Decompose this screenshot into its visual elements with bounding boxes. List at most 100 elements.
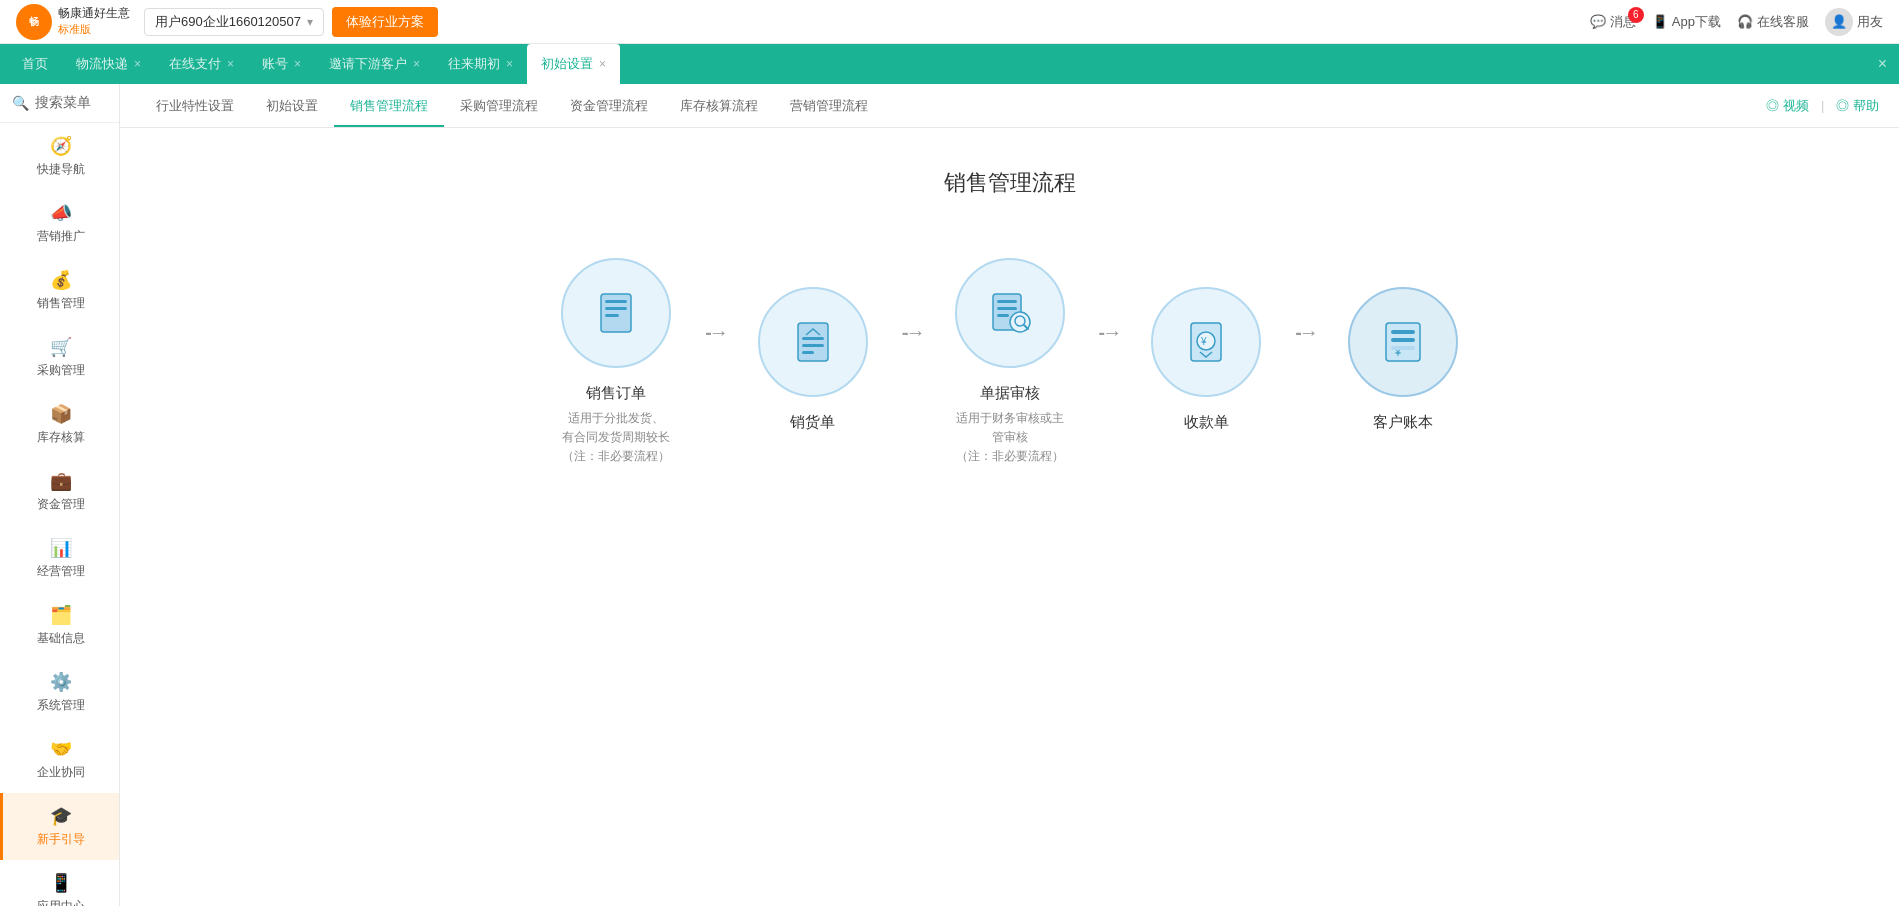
- sidebar-item-system[interactable]: ⚙️ 系统管理: [0, 659, 119, 726]
- subtab-inventory-flow[interactable]: 库存核算流程: [664, 84, 774, 127]
- sidebar-search[interactable]: 🔍 搜索菜单: [0, 84, 119, 123]
- search-icon: 🔍: [12, 95, 29, 111]
- nav-tab-payment[interactable]: 在线支付 ×: [155, 44, 248, 84]
- flow-step-delivery: 销货单: [733, 287, 893, 438]
- subtab-initial[interactable]: 初始设置: [250, 84, 334, 127]
- chevron-down-icon: ▾: [307, 15, 313, 29]
- marketing-icon: 📣: [50, 202, 72, 224]
- flow-circle-account[interactable]: ¥: [1348, 287, 1458, 397]
- step-desc: 适用于分批发货、有合同发货周期较长（注：非必要流程）: [562, 409, 670, 467]
- sidebar-item-enterprise[interactable]: 🤝 企业协同: [0, 726, 119, 793]
- svg-rect-0: [601, 294, 631, 332]
- app-download-button[interactable]: 📱 App下载: [1652, 13, 1721, 31]
- sidebar-item-label: 营销推广: [37, 228, 85, 245]
- subtab-sales-flow[interactable]: 销售管理流程: [334, 84, 444, 127]
- help-link[interactable]: ◎ 帮助: [1836, 97, 1879, 115]
- flow-circle-delivery[interactable]: [758, 287, 868, 397]
- search-label: 搜索菜单: [35, 94, 91, 112]
- top-bar-left: 畅 畅康通好生意 标准版 用户690企业1660120507 ▾ 体验行业方案: [16, 4, 438, 40]
- app-label: App下载: [1672, 13, 1721, 31]
- video-link[interactable]: ◎ 视频: [1766, 97, 1809, 115]
- top-bar: 畅 畅康通好生意 标准版 用户690企业1660120507 ▾ 体验行业方案 …: [0, 0, 1899, 44]
- svg-rect-19: [1391, 330, 1415, 334]
- subtab-purchase-flow[interactable]: 采购管理流程: [444, 84, 554, 127]
- trial-button[interactable]: 体验行业方案: [332, 7, 438, 37]
- enterprise-icon: 🤝: [50, 738, 72, 760]
- logo-area: 畅 畅康通好生意 标准版: [16, 4, 136, 40]
- user-label: 用户690企业1660120507: [155, 13, 301, 31]
- sidebar-item-quick-nav[interactable]: 🧭 快捷导航: [0, 123, 119, 190]
- sidebar-item-marketing[interactable]: 📣 营销推广: [0, 190, 119, 257]
- svg-rect-1: [605, 300, 627, 303]
- nav-tab-init[interactable]: 初始设置 ×: [527, 44, 620, 84]
- flow-circle-receipt[interactable]: ¥: [1151, 287, 1261, 397]
- nav-tab-home-label: 首页: [22, 55, 48, 73]
- sidebar-item-label: 企业协同: [37, 764, 85, 781]
- close-icon[interactable]: ×: [227, 57, 234, 71]
- sidebar-item-inventory[interactable]: 📦 库存核算: [0, 391, 119, 458]
- message-button[interactable]: 💬 消息 6: [1590, 13, 1636, 31]
- sidebar-item-finance[interactable]: 💼 资金管理: [0, 458, 119, 525]
- arrow-icon: ···→: [696, 321, 733, 344]
- sidebar-item-label: 基础信息: [37, 630, 85, 647]
- compass-icon: 🧭: [50, 135, 72, 157]
- subtab-marketing-flow[interactable]: 营销管理流程: [774, 84, 884, 127]
- step-name: 单据审核: [980, 384, 1040, 403]
- sidebar-item-label: 经营管理: [37, 563, 85, 580]
- sub-tabs-right: ◎ 视频 | ◎ 帮助: [1766, 97, 1879, 115]
- sidebar-item-apps[interactable]: 📱 应用中心: [0, 860, 119, 906]
- sub-tabs-left: 行业特性设置 初始设置 销售管理流程 采购管理流程 资金管理流程 库存核算流程: [140, 84, 884, 127]
- customer-service-button[interactable]: 🎧 在线客服: [1737, 13, 1809, 31]
- flow-content: 销售管理流程 销售订单 适用于分批发货、有合同发货周期较长（注：非必要流程）: [120, 128, 1899, 906]
- step-name: 客户账本: [1373, 413, 1433, 432]
- sidebar-item-operation[interactable]: 📊 经营管理: [0, 525, 119, 592]
- flow-circle-sales-order[interactable]: [561, 258, 671, 368]
- close-icon[interactable]: ×: [506, 57, 513, 71]
- top-bar-right: 💬 消息 6 📱 App下载 🎧 在线客服 👤 用友: [1590, 8, 1883, 36]
- arrow-icon: ···→: [1090, 321, 1127, 344]
- nav-tab-period[interactable]: 往来期初 ×: [434, 44, 527, 84]
- close-icon[interactable]: ×: [134, 57, 141, 71]
- sidebar-item-label: 应用中心: [37, 898, 85, 906]
- step-desc: 适用于财务审核或主管审核（注：非必要流程）: [956, 409, 1064, 467]
- operation-icon: 📊: [50, 537, 72, 559]
- svg-rect-7: [802, 351, 814, 354]
- close-icon[interactable]: ×: [294, 57, 301, 71]
- user-profile-button[interactable]: 👤 用友: [1825, 8, 1883, 36]
- sidebar-item-sales[interactable]: 💰 销售管理: [0, 257, 119, 324]
- flow-step-review: 单据审核 适用于财务审核或主管审核（注：非必要流程）: [930, 258, 1090, 467]
- nav-tab-logistics[interactable]: 物流快递 ×: [62, 44, 155, 84]
- service-label: 在线客服: [1757, 13, 1809, 31]
- delivery-icon: [788, 317, 838, 367]
- sidebar-item-purchase[interactable]: 🛒 采购管理: [0, 324, 119, 391]
- user-name: 用友: [1857, 13, 1883, 31]
- close-icon[interactable]: ×: [599, 57, 606, 71]
- flow-steps: 销售订单 适用于分批发货、有合同发货周期较长（注：非必要流程） ···→: [536, 258, 1483, 467]
- svg-rect-20: [1391, 338, 1415, 342]
- subtab-industry[interactable]: 行业特性设置: [140, 84, 250, 127]
- nav-tab-account[interactable]: 账号 ×: [248, 44, 315, 84]
- close-all-tabs-button[interactable]: ×: [1878, 55, 1887, 73]
- user-selector[interactable]: 用户690企业1660120507 ▾: [144, 8, 324, 36]
- sidebar-item-label: 库存核算: [37, 429, 85, 446]
- logo-edition: 标准版: [58, 22, 130, 37]
- account-icon: ¥: [1378, 317, 1428, 367]
- sidebar-item-newbie[interactable]: 🎓 新手引导: [0, 793, 119, 860]
- main-layout: 🔍 搜索菜单 🧭 快捷导航 📣 营销推广 💰 销售管理 🛒 采购管理 📦 库存核…: [0, 84, 1899, 906]
- apps-icon: 📱: [50, 872, 72, 894]
- close-icon[interactable]: ×: [413, 57, 420, 71]
- subtab-finance-flow[interactable]: 资金管理流程: [554, 84, 664, 127]
- sidebar-item-label: 快捷导航: [37, 161, 85, 178]
- flow-circle-review[interactable]: [955, 258, 1065, 368]
- nav-tab-invite[interactable]: 邀请下游客户 ×: [315, 44, 434, 84]
- sidebar-item-label: 采购管理: [37, 362, 85, 379]
- step-name: 销货单: [790, 413, 835, 432]
- svg-rect-5: [802, 337, 824, 340]
- sidebar-item-basic[interactable]: 🗂️ 基础信息: [0, 592, 119, 659]
- service-icon: 🎧: [1737, 14, 1753, 29]
- nav-tab-home[interactable]: 首页: [8, 44, 62, 84]
- svg-rect-6: [802, 344, 824, 347]
- flow-title: 销售管理流程: [944, 168, 1076, 198]
- message-icon: 💬: [1590, 14, 1606, 29]
- review-icon: [985, 288, 1035, 338]
